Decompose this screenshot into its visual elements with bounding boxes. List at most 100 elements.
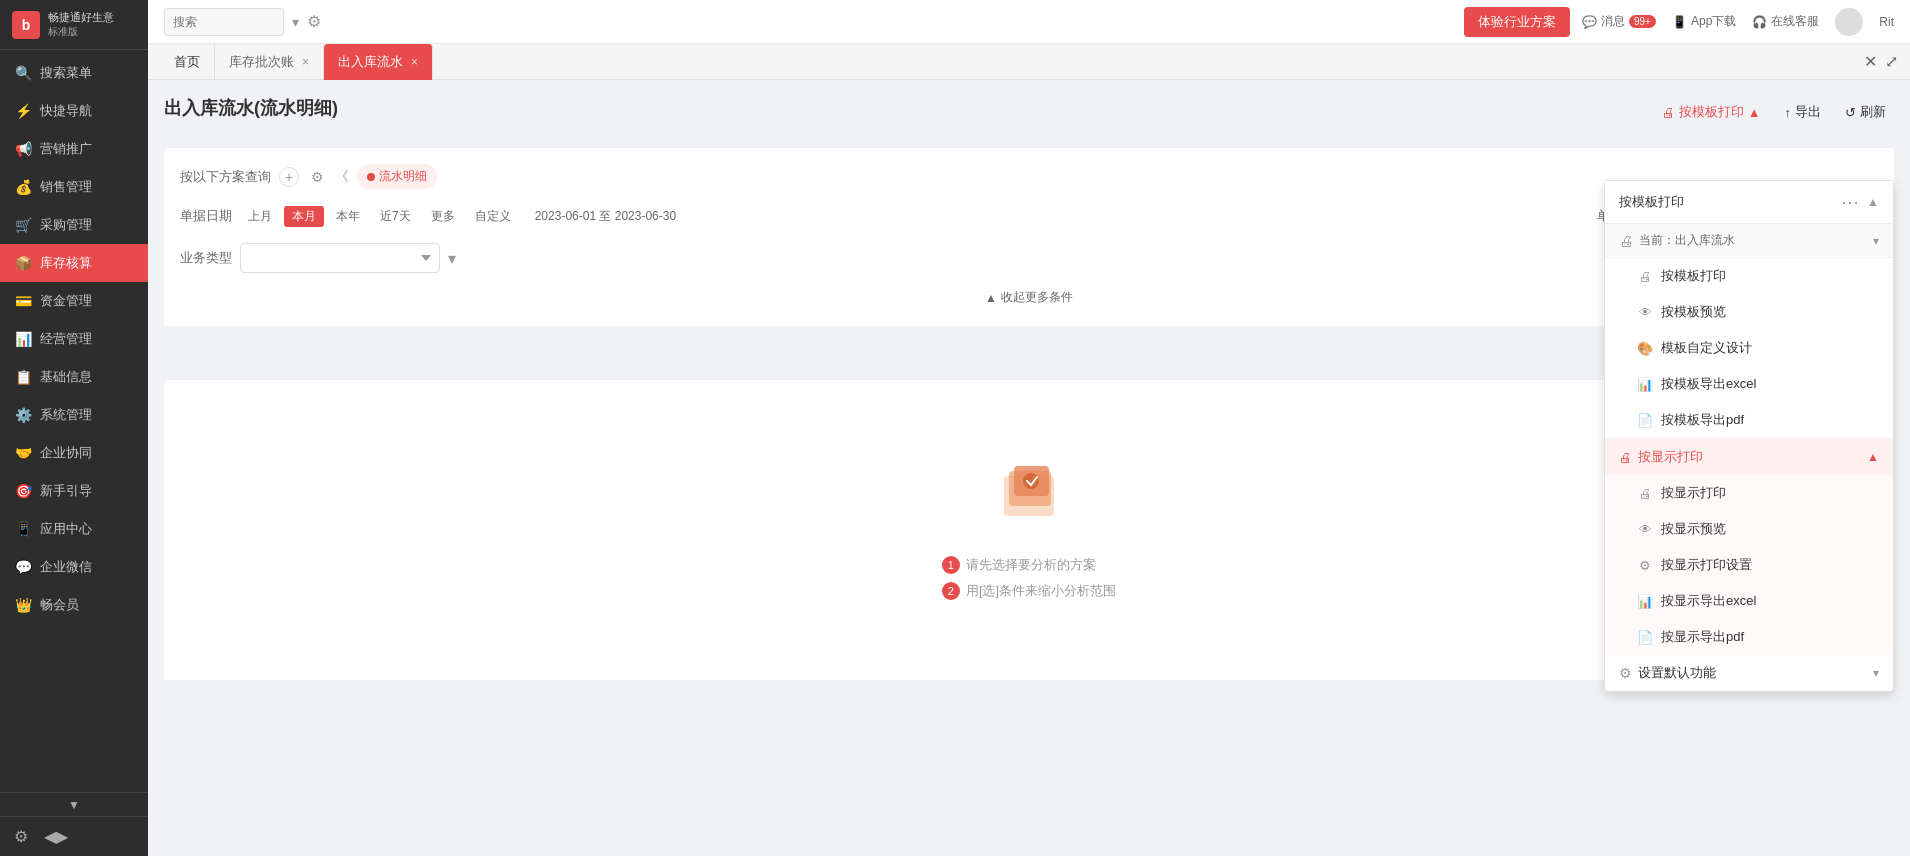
dropdown-display-export-pdf[interactable]: 📄 按显示导出pdf bbox=[1605, 619, 1893, 655]
sidebar-item-purchase[interactable]: 🛒 采购管理 bbox=[0, 206, 148, 244]
print-action-button[interactable]: 🖨 按模板打印 ▲ bbox=[1654, 99, 1769, 125]
filter-subitem-tag[interactable]: 流水明细 bbox=[357, 164, 437, 189]
collapse-sidebar-icon[interactable]: ◀▶ bbox=[44, 827, 68, 846]
date-shortcut-this-month[interactable]: 本月 bbox=[284, 206, 324, 227]
sidebar-item-marketing[interactable]: 📢 营销推广 bbox=[0, 130, 148, 168]
inventory-icon: 📦 bbox=[14, 254, 32, 272]
tabbar: 首页 库存批次账 × 出入库流水 × ✕ ⤢ bbox=[148, 44, 1910, 80]
current-icon: 🖨 bbox=[1619, 233, 1633, 249]
sidebar-item-operations[interactable]: 📊 经营管理 bbox=[0, 320, 148, 358]
date-shortcut-custom[interactable]: 自定义 bbox=[467, 206, 519, 227]
display-section-header[interactable]: 🖨 按显示打印 ▲ bbox=[1605, 439, 1893, 475]
service-label: 在线客服 bbox=[1771, 13, 1819, 30]
sidebar-item-inventory[interactable]: 📦 库存核算 bbox=[0, 244, 148, 282]
sidebar-item-member[interactable]: 👑 畅会员 bbox=[0, 586, 148, 624]
service-button[interactable]: 🎧 在线客服 bbox=[1752, 13, 1819, 30]
app-logo: b 畅捷通好生意 标准版 bbox=[0, 0, 148, 50]
date-shortcut-more[interactable]: 更多 bbox=[423, 206, 463, 227]
sidebar-item-label: 企业微信 bbox=[40, 558, 92, 576]
notification-button[interactable]: 💬 消息 99+ bbox=[1582, 13, 1656, 30]
filter-add-button[interactable]: + bbox=[279, 167, 299, 187]
refresh-action-button[interactable]: ↺ 刷新 bbox=[1837, 99, 1894, 125]
dropdown-display-settings[interactable]: ⚙ 按显示打印设置 bbox=[1605, 547, 1893, 583]
sidebar-item-sales[interactable]: 💰 销售管理 bbox=[0, 168, 148, 206]
date-shortcut-this-year[interactable]: 本年 bbox=[328, 206, 368, 227]
quick-nav-icon: ⚡ bbox=[14, 102, 32, 120]
sidebar-item-guide[interactable]: 🎯 新手引导 bbox=[0, 472, 148, 510]
filter-collapse-icon[interactable]: 《 bbox=[335, 168, 349, 186]
default-function-chevron-icon[interactable]: ▾ bbox=[1873, 666, 1879, 680]
avatar[interactable] bbox=[1835, 8, 1863, 36]
default-function-row[interactable]: ⚙ 设置默认功能 ▾ bbox=[1605, 655, 1893, 691]
headset-icon: 🎧 bbox=[1752, 15, 1767, 29]
print-label: 按模板打印 bbox=[1679, 103, 1744, 121]
collab-icon: 🤝 bbox=[14, 444, 32, 462]
sidebar-item-search[interactable]: 🔍 搜索菜单 bbox=[0, 54, 148, 92]
filter-item-date: 单据日期 上月 本月 本年 近7天 更多 自定义 2023-06-01 至 20… bbox=[180, 206, 676, 227]
display-section-icon: 🖨 bbox=[1619, 450, 1632, 465]
dropdown-item-label: 按显示导出excel bbox=[1661, 592, 1756, 610]
tab-flow[interactable]: 出入库流水 × bbox=[324, 44, 433, 80]
date-shortcut-7days[interactable]: 近7天 bbox=[372, 206, 419, 227]
pdf-icon: 📄 bbox=[1637, 412, 1653, 428]
topbar-right: 💬 消息 99+ 📱 App下载 🎧 在线客服 Rit bbox=[1582, 8, 1894, 36]
empty-state-icon bbox=[989, 456, 1069, 536]
dropdown-item-label: 按模板导出excel bbox=[1661, 375, 1756, 393]
sidebar-item-basic[interactable]: 📋 基础信息 bbox=[0, 358, 148, 396]
current-chevron-icon[interactable]: ▾ bbox=[1873, 234, 1879, 248]
design-icon: 🎨 bbox=[1637, 340, 1653, 356]
sidebar-item-system[interactable]: ⚙️ 系统管理 bbox=[0, 396, 148, 434]
sidebar-scroll-down[interactable]: ▼ bbox=[0, 792, 148, 816]
date-shortcut-last-month[interactable]: 上月 bbox=[240, 206, 280, 227]
dropdown-dots-icon[interactable]: ⋯ bbox=[1841, 191, 1859, 213]
tab-close-icon[interactable]: × bbox=[302, 55, 309, 69]
biz-type-more-icon[interactable]: ▾ bbox=[448, 249, 456, 268]
dropdown-display-export-excel[interactable]: 📊 按显示导出excel bbox=[1605, 583, 1893, 619]
app-download-button[interactable]: 📱 App下载 bbox=[1672, 13, 1736, 30]
sidebar-item-finance[interactable]: 💳 资金管理 bbox=[0, 282, 148, 320]
logo-icon: b bbox=[12, 11, 40, 39]
settings-bottom-icon[interactable]: ⚙ bbox=[14, 827, 28, 846]
biz-type-select[interactable] bbox=[240, 243, 440, 273]
tab-batch[interactable]: 库存批次账 × bbox=[215, 44, 324, 80]
sidebar-item-quick-nav[interactable]: ⚡ 快捷导航 bbox=[0, 92, 148, 130]
content-area: 出入库流水(流水明细) 🖨 按模板打印 ▲ ↑ 导出 ↺ 刷新 bbox=[148, 80, 1910, 856]
svg-point-3 bbox=[1023, 473, 1039, 489]
sidebar-item-app-center[interactable]: 📱 应用中心 bbox=[0, 510, 148, 548]
subitem-dot-icon bbox=[367, 173, 375, 181]
system-icon: ⚙️ bbox=[14, 406, 32, 424]
dropdown-display-print[interactable]: 🖨 按显示打印 bbox=[1605, 475, 1893, 511]
trial-button[interactable]: 体验行业方案 bbox=[1464, 7, 1570, 37]
display-section-chevron-icon[interactable]: ▲ bbox=[1867, 450, 1879, 464]
expand-icon[interactable]: ⤢ bbox=[1885, 52, 1898, 71]
dropdown-template-export-excel[interactable]: 📊 按模板导出excel bbox=[1605, 366, 1893, 402]
purchase-icon: 🛒 bbox=[14, 216, 32, 234]
dropdown-template-custom[interactable]: 🎨 模板自定义设计 bbox=[1605, 330, 1893, 366]
dropdown-item-label: 按模板预览 bbox=[1661, 303, 1726, 321]
print-icon: 🖨 bbox=[1637, 268, 1653, 284]
dropdown-template-preview[interactable]: 👁 按模板预览 bbox=[1605, 294, 1893, 330]
sidebar-item-collab[interactable]: 🤝 企业协同 bbox=[0, 434, 148, 472]
display-print-icon: 🖨 bbox=[1637, 485, 1653, 501]
tip2-text: 用[选]条件来缩小分析范围 bbox=[966, 578, 1116, 604]
dropdown-template-export-pdf[interactable]: 📄 按模板导出pdf bbox=[1605, 402, 1893, 438]
export-icon: ↑ bbox=[1785, 105, 1792, 120]
dropdown-template-print[interactable]: 🖨 按模板打印 bbox=[1605, 258, 1893, 294]
username-label[interactable]: Rit bbox=[1879, 15, 1894, 29]
sidebar-item-label: 销售管理 bbox=[40, 178, 92, 196]
operations-icon: 📊 bbox=[14, 330, 32, 348]
display-section-label: 🖨 按显示打印 bbox=[1619, 448, 1703, 466]
tab-close-active-icon[interactable]: × bbox=[411, 55, 418, 69]
excel-icon: 📊 bbox=[1637, 376, 1653, 392]
close-all-tabs-icon[interactable]: ✕ bbox=[1864, 52, 1877, 71]
tab-actions: ✕ ⤢ bbox=[1864, 52, 1898, 71]
filter-settings-icon[interactable]: ⚙ bbox=[307, 167, 327, 187]
tab-home[interactable]: 首页 bbox=[160, 44, 215, 80]
topbar-gear-icon[interactable]: ⚙ bbox=[307, 12, 321, 31]
search-input[interactable] bbox=[164, 8, 284, 36]
dropdown-display-preview[interactable]: 👁 按显示预览 bbox=[1605, 511, 1893, 547]
sidebar-item-wechat[interactable]: 💬 企业微信 bbox=[0, 548, 148, 586]
search-dropdown-icon[interactable]: ▾ bbox=[292, 14, 299, 30]
chevron-up-dropdown-icon[interactable]: ▲ bbox=[1867, 195, 1879, 209]
export-action-button[interactable]: ↑ 导出 bbox=[1777, 99, 1830, 125]
